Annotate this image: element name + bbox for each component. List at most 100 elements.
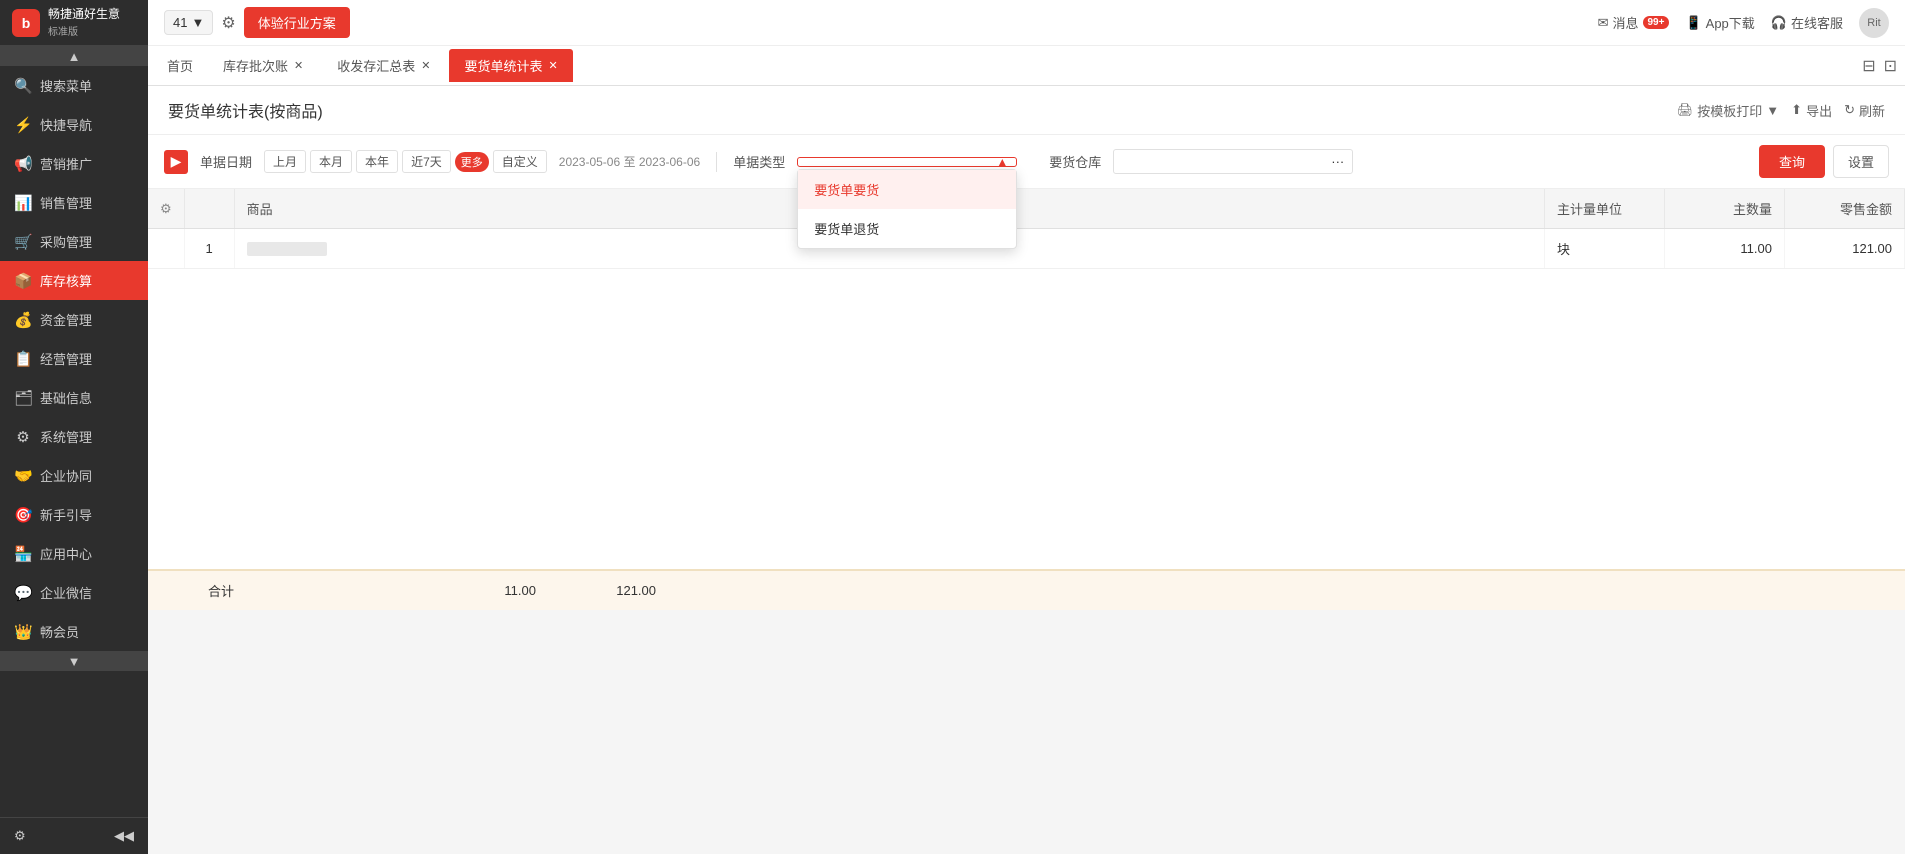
sidebar-item-enterprise[interactable]: 🤝 企业协同 — [0, 456, 148, 495]
col-index — [184, 189, 234, 229]
close-tab-order-stats[interactable]: ✕ — [549, 59, 558, 72]
filter-expand-btn[interactable]: ▶ — [164, 150, 188, 174]
app-download-btn[interactable]: 📱 App下载 — [1685, 13, 1754, 32]
type-filter-label: 单据类型 — [733, 152, 785, 171]
service-icon: 🎧 — [1771, 15, 1787, 31]
tab-home[interactable]: 首页 — [156, 49, 204, 82]
sidebar-item-shortcut[interactable]: ⚡ 快捷导航 — [0, 105, 148, 144]
page-content: 要货单统计表(按商品) 🖨 按模板打印 ▼ ⬆ 导出 ↻ 刷新 — [148, 86, 1905, 854]
type-dropdown-menu: 要货单要货 要货单退货 — [797, 169, 1017, 249]
dropdown-item-order-goods[interactable]: 要货单要货 — [798, 170, 1016, 209]
date-custom-btn[interactable]: 自定义 — [493, 150, 547, 173]
sidebar-item-label: 系统管理 — [40, 427, 92, 446]
inventory-icon: 📦 — [14, 272, 32, 290]
date-range-display: 2023-05-06 至 2023-06-06 — [559, 153, 700, 170]
table-settings-icon[interactable]: ⚙ — [160, 201, 172, 216]
footer-quantity-val: 11.00 — [416, 583, 536, 598]
sidebar-item-inventory[interactable]: 📦 库存核算 — [0, 261, 148, 300]
date-this-month-btn[interactable]: 本月 — [310, 150, 352, 173]
warehouse-select[interactable]: ··· — [1113, 149, 1353, 174]
trial-btn[interactable]: 体验行业方案 — [244, 7, 350, 38]
sidebar-item-label: 快捷导航 — [40, 115, 92, 134]
sidebar: b 畅捷通好生意 标准版 ▲ 🔍 搜索菜单 ⚡ 快捷导航 📢 营销推广 📊 销售… — [0, 0, 148, 854]
header-settings-btn[interactable]: ⚙ — [221, 13, 235, 33]
cell-index: 1 — [184, 229, 234, 269]
messages-btn[interactable]: ✉ 消息 99+ — [1598, 13, 1670, 32]
query-btn[interactable]: 查询 — [1759, 145, 1825, 178]
print-label: 按模板打印 — [1697, 101, 1762, 120]
member-icon: 👑 — [14, 623, 32, 641]
date-this-year-btn[interactable]: 本年 — [356, 150, 398, 173]
date-last-month-btn[interactable]: 上月 — [264, 150, 306, 173]
store-selector[interactable]: 41 ▼ — [164, 10, 213, 35]
print-dropdown-icon: ▼ — [1766, 103, 1779, 118]
tab-receive-summary-label: 收发存汇总表 — [337, 56, 415, 75]
tab-inventory-batch-label: 库存批次账 — [223, 56, 288, 75]
page-actions: 🖨 按模板打印 ▼ ⬆ 导出 ↻ 刷新 — [1677, 101, 1885, 120]
sidebar-bottom: ⚙ ◀◀ — [0, 817, 148, 854]
tab-receive-summary[interactable]: 收发存汇总表 ✕ — [322, 49, 445, 82]
cell-quantity: 11.00 — [1665, 229, 1785, 269]
footer-total-label: 合计 — [196, 581, 416, 600]
sidebar-scroll-up[interactable]: ▲ — [0, 46, 148, 66]
settings-bottom-icon[interactable]: ⚙ — [14, 828, 26, 844]
header-right: ✉ 消息 99+ 📱 App下载 🎧 在线客服 Rit — [1598, 8, 1889, 38]
tab-inventory-batch[interactable]: 库存批次账 ✕ — [208, 49, 318, 82]
maximize-btn[interactable]: ⊡ — [1884, 56, 1897, 76]
sidebar-item-purchase[interactable]: 🛒 采购管理 — [0, 222, 148, 261]
sidebar-item-marketing[interactable]: 📢 营销推广 — [0, 144, 148, 183]
sidebar-item-finance[interactable]: 💰 资金管理 — [0, 300, 148, 339]
export-btn[interactable]: ⬆ 导出 — [1791, 101, 1832, 120]
warehouse-more-icon: ··· — [1331, 154, 1344, 169]
shortcut-icon: ⚡ — [14, 116, 32, 134]
collapse-sidebar-btn[interactable]: ◀◀ — [114, 828, 134, 844]
sidebar-item-label: 经营管理 — [40, 349, 92, 368]
header-left: 41 ▼ ⚙ 体验行业方案 — [164, 7, 1582, 38]
system-icon: ⚙ — [14, 428, 32, 446]
table-header-row: ⚙ 商品 主计量单位 主数量 零售金额 — [148, 189, 1905, 229]
export-icon: ⬆ — [1791, 102, 1802, 118]
date-filter-label: 单据日期 — [200, 152, 252, 171]
table-area: ⚙ 商品 主计量单位 主数量 零售金额 1 — [148, 189, 1905, 269]
messages-label: 消息 — [1612, 13, 1638, 32]
sidebar-item-label: 基础信息 — [40, 388, 92, 407]
sidebar-item-search[interactable]: 🔍 搜索菜单 — [0, 66, 148, 105]
main-content: 41 ▼ ⚙ 体验行业方案 ✉ 消息 99+ 📱 App下载 🎧 在线客服 Ri… — [148, 0, 1905, 854]
type-filter-select[interactable]: ▲ — [797, 157, 1017, 167]
data-table: ⚙ 商品 主计量单位 主数量 零售金额 1 — [148, 189, 1905, 269]
sidebar-item-wechat[interactable]: 💬 企业微信 — [0, 573, 148, 612]
date-last-7days-btn[interactable]: 近7天 — [402, 150, 451, 173]
settings-filter-btn[interactable]: 设置 — [1833, 145, 1889, 178]
refresh-btn[interactable]: ↻ 刷新 — [1844, 101, 1885, 120]
date-more-btn[interactable]: 更多 — [455, 152, 489, 172]
print-btn[interactable]: 🖨 按模板打印 ▼ — [1677, 101, 1779, 120]
online-service-btn[interactable]: 🎧 在线客服 — [1771, 13, 1843, 32]
tab-order-stats[interactable]: 要货单统计表 ✕ — [449, 49, 572, 82]
close-tab-inventory-batch[interactable]: ✕ — [294, 59, 303, 72]
sidebar-item-basic[interactable]: 🗂 基础信息 — [0, 378, 148, 417]
sidebar-item-label: 库存核算 — [40, 271, 92, 290]
sidebar-item-system[interactable]: ⚙ 系统管理 — [0, 417, 148, 456]
sidebar-scroll-down[interactable]: ▼ — [0, 651, 148, 671]
filter-divider-1 — [716, 152, 717, 172]
sidebar-item-label: 畅会员 — [40, 622, 79, 641]
dropdown-item-order-return[interactable]: 要货单退货 — [798, 209, 1016, 248]
sidebar-item-label: 企业协同 — [40, 466, 92, 485]
sidebar-item-member[interactable]: 👑 畅会员 — [0, 612, 148, 651]
app-name: 畅捷通好生意 — [48, 7, 120, 23]
user-avatar[interactable]: Rit — [1859, 8, 1889, 38]
page-title: 要货单统计表(按商品) — [168, 98, 323, 122]
marketing-icon: 📢 — [14, 155, 32, 173]
sidebar-item-appstore[interactable]: 🏪 应用中心 — [0, 534, 148, 573]
sidebar-item-operation[interactable]: 📋 经营管理 — [0, 339, 148, 378]
purchase-icon: 🛒 — [14, 233, 32, 251]
sidebar-item-label: 企业微信 — [40, 583, 92, 602]
sidebar-item-sales[interactable]: 📊 销售管理 — [0, 183, 148, 222]
minimize-btn[interactable]: ⊟ — [1862, 56, 1875, 76]
close-tab-receive-summary[interactable]: ✕ — [421, 59, 430, 72]
filter-actions: 查询 设置 — [1759, 145, 1889, 178]
top-header: 41 ▼ ⚙ 体验行业方案 ✉ 消息 99+ 📱 App下载 🎧 在线客服 Ri… — [148, 0, 1905, 46]
sidebar-item-guide[interactable]: 🎯 新手引导 — [0, 495, 148, 534]
content-wrapper: 要货单统计表(按商品) 🖨 按模板打印 ▼ ⬆ 导出 ↻ 刷新 — [148, 86, 1905, 610]
search-icon: 🔍 — [14, 77, 32, 95]
